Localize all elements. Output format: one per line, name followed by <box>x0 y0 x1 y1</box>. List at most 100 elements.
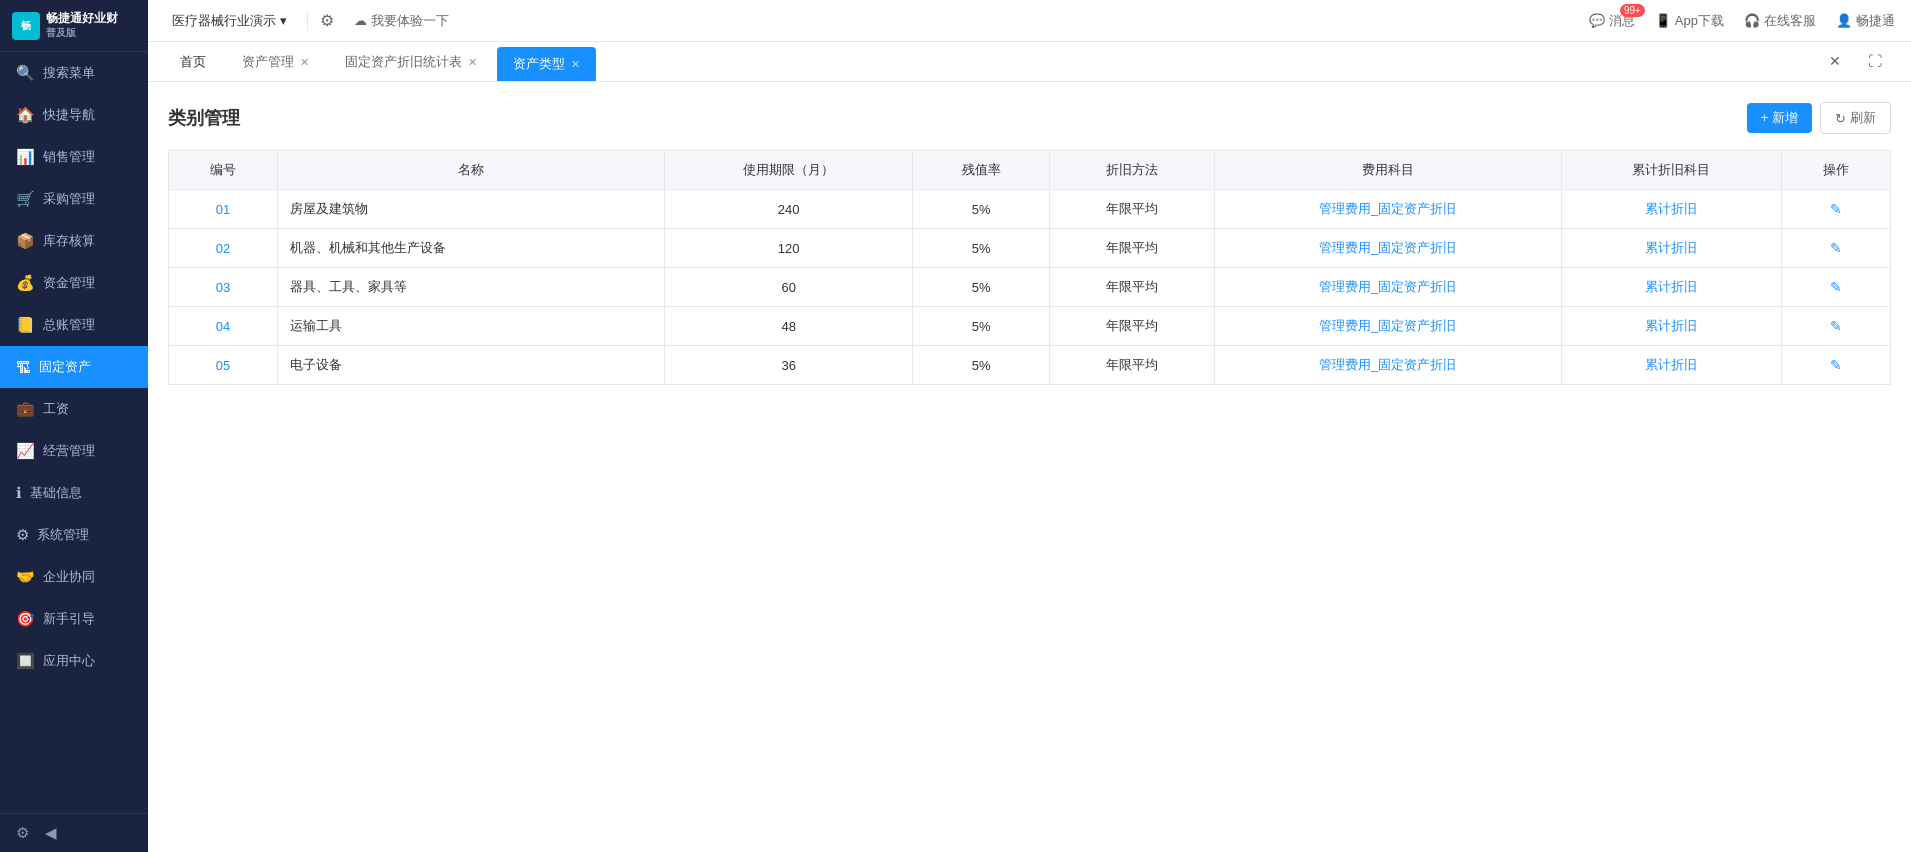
sidebar-item-inventory[interactable]: 📦 库存核算 <box>0 220 148 262</box>
sidebar-item-purchase[interactable]: 🛒 采购管理 <box>0 178 148 220</box>
logo-version: 普及版 <box>46 26 118 40</box>
cell-method: 年限平均 <box>1050 268 1215 307</box>
cell-action[interactable]: ✎ <box>1781 307 1890 346</box>
sidebar-item-guide[interactable]: 🎯 新手引导 <box>0 598 148 640</box>
cell-expense: 管理费用_固定资产折旧 <box>1214 268 1561 307</box>
feedback-icon: ☁ <box>354 13 367 28</box>
cell-action[interactable]: ✎ <box>1781 268 1890 307</box>
customer-service-label: 在线客服 <box>1764 12 1816 30</box>
top-header: 医疗器械行业演示 ▾ ⚙ ☁ 我要体验一下 💬 消息 99+ 📱 App下载 🎧… <box>148 0 1911 42</box>
header-right: 💬 消息 99+ 📱 App下载 🎧 在线客服 👤 畅捷通 <box>1589 12 1895 30</box>
user-button[interactable]: 👤 畅捷通 <box>1836 12 1895 30</box>
sidebar-item-sales[interactable]: 📊 销售管理 <box>0 136 148 178</box>
user-label: 畅捷通 <box>1856 12 1895 30</box>
edit-icon[interactable]: ✎ <box>1830 357 1842 373</box>
table-row: 04 运输工具 48 5% 年限平均 管理费用_固定资产折旧 累计折旧 ✎ <box>169 307 1891 346</box>
sidebar-item-system[interactable]: ⚙ 系统管理 <box>0 514 148 556</box>
sidebar-item-basic-info[interactable]: ℹ 基础信息 <box>0 472 148 514</box>
page-title: 类别管理 <box>168 106 240 130</box>
sales-icon: 📊 <box>16 148 35 166</box>
tab-asset-type[interactable]: 资产类型 ✕ <box>497 47 596 81</box>
logo-name: 畅捷通好业财 <box>46 11 118 27</box>
sidebar-item-enterprise[interactable]: 🤝 企业协同 <box>0 556 148 598</box>
edit-icon[interactable]: ✎ <box>1830 201 1842 217</box>
col-expense: 费用科目 <box>1214 151 1561 190</box>
tab-depreciation-table[interactable]: 固定资产折旧统计表 ✕ <box>329 45 493 81</box>
tab-home[interactable]: 首页 <box>164 45 222 81</box>
settings-gear-icon[interactable]: ⚙ <box>320 11 334 30</box>
company-name: 医疗器械行业演示 <box>172 12 276 30</box>
cell-method: 年限平均 <box>1050 307 1215 346</box>
cell-name: 电子设备 <box>278 346 665 385</box>
operations-icon: 📈 <box>16 442 35 460</box>
company-selector[interactable]: 医疗器械行业演示 ▾ <box>164 8 295 34</box>
system-icon: ⚙ <box>16 526 29 544</box>
sidebar-item-ledger[interactable]: 📒 总账管理 <box>0 304 148 346</box>
cell-period: 36 <box>665 346 913 385</box>
table-header-row: 编号 名称 使用期限（月） 残值率 折旧方法 费用科目 累计折旧科目 操作 <box>169 151 1891 190</box>
service-icon: 🎧 <box>1744 13 1760 28</box>
tab-depreciation-label: 固定资产折旧统计表 <box>345 53 462 71</box>
tab-asset-type-label: 资产类型 <box>513 55 565 73</box>
cell-action[interactable]: ✎ <box>1781 346 1890 385</box>
app-center-icon: 🔲 <box>16 652 35 670</box>
cell-id: 02 <box>169 229 278 268</box>
tab-asset-management[interactable]: 资产管理 ✕ <box>226 45 325 81</box>
settings-icon[interactable]: ⚙ <box>16 824 29 842</box>
content-area: 类别管理 + 新增 ↻ 刷新 编号 名称 使用期限（月） 残值率 折旧方法 费用… <box>148 82 1911 852</box>
sidebar-item-operations[interactable]: 📈 经营管理 <box>0 430 148 472</box>
cell-period: 48 <box>665 307 913 346</box>
feedback-label: 我要体验一下 <box>371 12 449 30</box>
tab-asset-management-close[interactable]: ✕ <box>300 56 309 69</box>
sidebar-item-quick-nav[interactable]: 🏠 快捷导航 <box>0 94 148 136</box>
collapse-icon[interactable]: ◀ <box>45 824 57 842</box>
cell-method: 年限平均 <box>1050 229 1215 268</box>
cell-residual: 5% <box>913 346 1050 385</box>
cell-name: 机器、机械和其他生产设备 <box>278 229 665 268</box>
sidebar-item-fixed-assets[interactable]: 🏗 固定资产 <box>0 346 148 388</box>
refresh-button[interactable]: ↻ 刷新 <box>1820 102 1891 134</box>
cell-accumulated: 累计折旧 <box>1561 190 1781 229</box>
refresh-label: 刷新 <box>1850 109 1876 127</box>
cell-method: 年限平均 <box>1050 346 1215 385</box>
funds-icon: 💰 <box>16 274 35 292</box>
page-actions: + 新增 ↻ 刷新 <box>1747 102 1891 134</box>
tab-asset-type-close[interactable]: ✕ <box>571 58 580 71</box>
window-maximize-button[interactable]: ⛶ <box>1855 41 1895 81</box>
cell-period: 60 <box>665 268 913 307</box>
cell-accumulated: 累计折旧 <box>1561 346 1781 385</box>
app-download-label: App下载 <box>1675 12 1724 30</box>
basic-info-icon: ℹ <box>16 484 22 502</box>
header-divider <box>307 11 308 31</box>
app-download-button[interactable]: 📱 App下载 <box>1655 12 1724 30</box>
edit-icon[interactable]: ✎ <box>1830 279 1842 295</box>
message-button[interactable]: 💬 消息 99+ <box>1589 12 1635 30</box>
cell-action[interactable]: ✎ <box>1781 229 1890 268</box>
fixed-assets-icon: 🏗 <box>16 359 31 376</box>
sidebar-item-app-center[interactable]: 🔲 应用中心 <box>0 640 148 682</box>
cell-id: 05 <box>169 346 278 385</box>
feedback-button[interactable]: ☁ 我要体验一下 <box>354 12 449 30</box>
customer-service-button[interactable]: 🎧 在线客服 <box>1744 12 1816 30</box>
cell-action[interactable]: ✎ <box>1781 190 1890 229</box>
tab-depreciation-close[interactable]: ✕ <box>468 56 477 69</box>
edit-icon[interactable]: ✎ <box>1830 318 1842 334</box>
sidebar-item-funds[interactable]: 💰 资金管理 <box>0 262 148 304</box>
cell-period: 240 <box>665 190 913 229</box>
table-row: 05 电子设备 36 5% 年限平均 管理费用_固定资产折旧 累计折旧 ✎ <box>169 346 1891 385</box>
tab-asset-management-label: 资产管理 <box>242 53 294 71</box>
cell-residual: 5% <box>913 307 1050 346</box>
enterprise-icon: 🤝 <box>16 568 35 586</box>
edit-icon[interactable]: ✎ <box>1830 240 1842 256</box>
window-close-button[interactable]: ✕ <box>1815 41 1855 81</box>
new-button[interactable]: + 新增 <box>1747 103 1812 133</box>
main-area: 医疗器械行业演示 ▾ ⚙ ☁ 我要体验一下 💬 消息 99+ 📱 App下载 🎧… <box>148 0 1911 852</box>
cell-id: 04 <box>169 307 278 346</box>
inventory-icon: 📦 <box>16 232 35 250</box>
table-row: 02 机器、机械和其他生产设备 120 5% 年限平均 管理费用_固定资产折旧 … <box>169 229 1891 268</box>
col-accumulated: 累计折旧科目 <box>1561 151 1781 190</box>
sidebar-nav: 🔍 搜索菜单 🏠 快捷导航 📊 销售管理 🛒 采购管理 📦 库存核算 💰 资金管… <box>0 52 148 813</box>
sidebar-item-salary[interactable]: 💼 工资 <box>0 388 148 430</box>
message-icon: 💬 <box>1589 13 1605 28</box>
sidebar-item-search[interactable]: 🔍 搜索菜单 <box>0 52 148 94</box>
